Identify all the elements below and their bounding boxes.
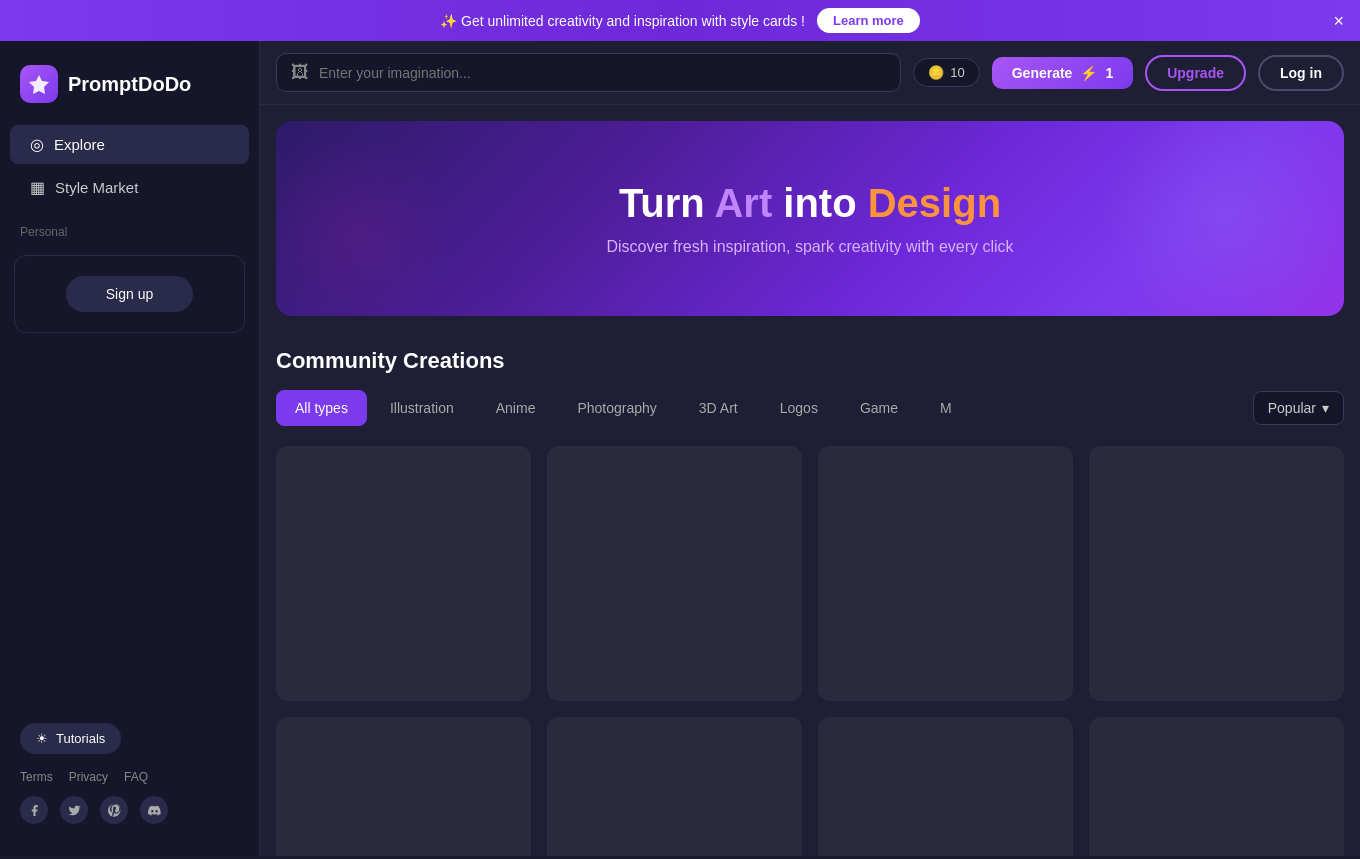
image-card-7[interactable]	[818, 717, 1073, 856]
filter-tab-anime[interactable]: Anime	[477, 390, 555, 426]
filter-tab-more[interactable]: M	[921, 390, 971, 426]
image-grid-row1	[276, 446, 1344, 701]
hero-banner: Turn Art into Design Discover fresh insp…	[276, 121, 1344, 316]
lightning-icon: ⚡	[1080, 65, 1097, 81]
filter-tab-3d-art[interactable]: 3D Art	[680, 390, 757, 426]
personal-box: Sign up	[14, 255, 245, 333]
sort-label: Popular	[1268, 400, 1316, 416]
tutorials-icon: ☀	[36, 731, 48, 746]
sidebar-item-explore-label: Explore	[54, 136, 105, 153]
filter-tab-illustration[interactable]: Illustration	[371, 390, 473, 426]
sort-dropdown[interactable]: Popular ▾	[1253, 391, 1344, 425]
privacy-link[interactable]: Privacy	[69, 770, 108, 784]
credits-icon: 🪙	[928, 65, 944, 80]
tutorials-button[interactable]: ☀ Tutorials	[20, 723, 121, 754]
pinterest-icon[interactable]	[100, 796, 128, 824]
community-title: Community Creations	[276, 348, 1344, 374]
tutorials-label: Tutorials	[56, 731, 105, 746]
upgrade-button[interactable]: Upgrade	[1145, 55, 1246, 91]
login-button[interactable]: Log in	[1258, 55, 1344, 91]
filter-tab-photography[interactable]: Photography	[558, 390, 675, 426]
main-content: 🖼 🪙 10 Generate ⚡ 1 Upgrade Log in Turn …	[260, 41, 1360, 856]
sign-up-button[interactable]: Sign up	[66, 276, 193, 312]
search-input[interactable]	[319, 65, 886, 81]
sidebar: PromptDoDo ◎ Explore ▦ Style Market Pers…	[0, 41, 260, 856]
sidebar-bottom: ☀ Tutorials Terms Privacy FAQ	[0, 707, 259, 840]
top-banner: ✨ Get unlimited creativity and inspirati…	[0, 0, 1360, 41]
twitter-icon[interactable]	[60, 796, 88, 824]
hero-title-mid: into	[772, 181, 868, 225]
image-card-2[interactable]	[547, 446, 802, 701]
filter-tab-game[interactable]: Game	[841, 390, 917, 426]
social-icons	[20, 796, 239, 824]
image-card-4[interactable]	[1089, 446, 1344, 701]
learn-more-button[interactable]: Learn more	[817, 8, 920, 33]
community-section: Community Creations All types Illustrati…	[260, 332, 1360, 856]
hero-art: Art	[714, 181, 772, 225]
image-card-5[interactable]	[276, 717, 531, 856]
image-grid-row2	[276, 717, 1344, 856]
image-card-8[interactable]	[1089, 717, 1344, 856]
top-bar: 🖼 🪙 10 Generate ⚡ 1 Upgrade Log in	[260, 41, 1360, 105]
image-card-3[interactable]	[818, 446, 1073, 701]
credits-count: 10	[950, 65, 964, 80]
logo: PromptDoDo	[0, 57, 259, 123]
facebook-icon[interactable]	[20, 796, 48, 824]
sidebar-item-explore[interactable]: ◎ Explore	[10, 125, 249, 164]
filter-tabs: All types Illustration Anime Photography…	[276, 390, 1344, 426]
hero-design: Design	[868, 181, 1001, 225]
chevron-down-icon: ▾	[1322, 400, 1329, 416]
explore-icon: ◎	[30, 135, 44, 154]
footer-links: Terms Privacy FAQ	[20, 770, 239, 784]
app-layout: PromptDoDo ◎ Explore ▦ Style Market Pers…	[0, 41, 1360, 856]
hero-subtitle: Discover fresh inspiration, spark creati…	[606, 238, 1013, 256]
generate-label: Generate	[1012, 65, 1073, 81]
generate-button[interactable]: Generate ⚡ 1	[992, 57, 1134, 89]
image-card-1[interactable]	[276, 446, 531, 701]
banner-close-button[interactable]: ×	[1333, 12, 1344, 30]
image-icon: 🖼	[291, 62, 309, 83]
generate-count: 1	[1105, 65, 1113, 81]
hero-title-before: Turn	[619, 181, 715, 225]
search-container: 🖼	[276, 53, 901, 92]
credits-badge: 🪙 10	[913, 58, 979, 87]
style-market-icon: ▦	[30, 178, 45, 197]
sidebar-item-style-market[interactable]: ▦ Style Market	[10, 168, 249, 207]
filter-tab-all-types[interactable]: All types	[276, 390, 367, 426]
hero-title: Turn Art into Design	[619, 181, 1001, 226]
image-card-6[interactable]	[547, 717, 802, 856]
logo-icon	[20, 65, 58, 103]
banner-text: ✨ Get unlimited creativity and inspirati…	[440, 13, 805, 29]
discord-icon[interactable]	[140, 796, 168, 824]
terms-link[interactable]: Terms	[20, 770, 53, 784]
sidebar-item-style-market-label: Style Market	[55, 179, 138, 196]
faq-link[interactable]: FAQ	[124, 770, 148, 784]
logo-text: PromptDoDo	[68, 73, 191, 96]
personal-label: Personal	[0, 209, 259, 247]
filter-tab-logos[interactable]: Logos	[761, 390, 837, 426]
